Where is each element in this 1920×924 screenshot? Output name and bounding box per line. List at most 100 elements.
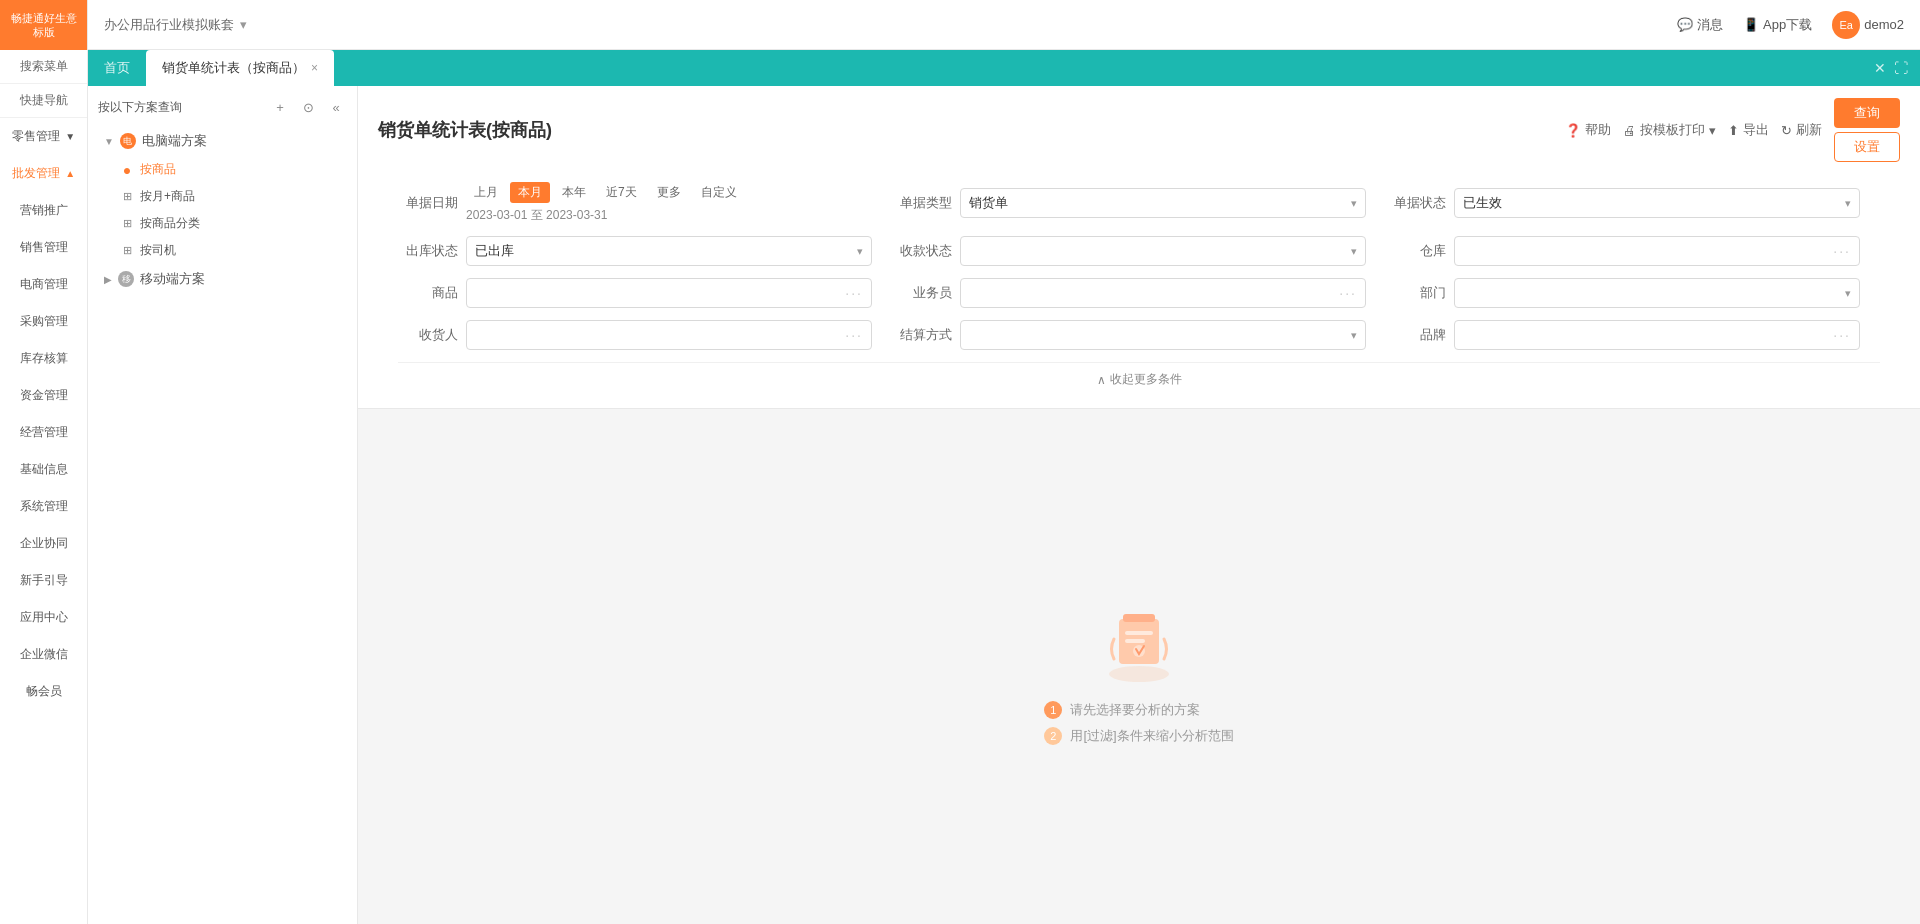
chevron-up-icon: ▲ — [65, 168, 75, 179]
sidebar-item-operations[interactable]: 经营管理 — [0, 414, 87, 451]
date-tab-more[interactable]: 更多 — [649, 182, 689, 203]
topbar: 办公用品行业模拟账套 ▾ 💬 消息 📱 App下载 Ea demo2 — [88, 0, 1920, 50]
tab-home[interactable]: 首页 — [88, 50, 146, 86]
filter-receiver: 收货人 ··· — [398, 320, 892, 350]
collapse-panel-button[interactable]: « — [325, 96, 347, 118]
dept-select[interactable]: ▾ — [1454, 278, 1860, 308]
sidebar-item-purchase[interactable]: 采购管理 — [0, 303, 87, 340]
settings-scheme-button[interactable]: ⊙ — [297, 96, 319, 118]
page-header: 销货单统计表(按商品) ❓ 帮助 🖨 按模板打印 ▾ ⬆ — [358, 86, 1920, 409]
filter-goods: 商品 ··· — [398, 278, 892, 308]
sidebar-item-sales[interactable]: 销售管理 — [0, 229, 87, 266]
goods-select[interactable]: ··· — [466, 278, 872, 308]
print-action[interactable]: 🖨 按模板打印 ▾ — [1623, 121, 1716, 139]
tab-sales-stats[interactable]: 销货单统计表（按商品） × — [146, 50, 334, 86]
sidebar-search[interactable]: 搜索菜单 — [0, 50, 87, 84]
filter-payment: 结算方式 ▾ — [892, 320, 1386, 350]
maximize-window-icon[interactable]: ⛶ — [1894, 60, 1908, 76]
add-scheme-button[interactable]: + — [269, 96, 291, 118]
date-tab-this-year[interactable]: 本年 — [554, 182, 594, 203]
goods-more-icon[interactable]: ··· — [845, 285, 863, 301]
tree-item-by-category[interactable]: ⊞ 按商品分类 — [104, 210, 357, 237]
query-button[interactable]: 查询 — [1834, 98, 1900, 128]
help-action[interactable]: ❓ 帮助 — [1565, 121, 1611, 139]
page-title: 销货单统计表(按商品) — [378, 118, 552, 142]
sidebar-item-inventory[interactable]: 库存核算 — [0, 340, 87, 377]
filter-doc-status: 单据状态 已生效 ▾ — [1386, 188, 1880, 218]
chevron-down-icon: ▾ — [1351, 329, 1357, 342]
filter-out-status: 出库状态 已出库 ▾ — [398, 236, 892, 266]
more-options-icon[interactable]: ··· — [1833, 243, 1851, 259]
sidebar-item-wechat[interactable]: 企业微信 — [0, 636, 87, 673]
sidebar-item-marketing[interactable]: 营销推广 — [0, 192, 87, 229]
tree-group-desktop[interactable]: ▼ 电 电脑端方案 — [88, 126, 357, 156]
filter-date: 单据日期 上月 本月 本年 近7天 更多 自定义 20 — [398, 182, 892, 224]
doc-type-select[interactable]: 销货单 ▾ — [960, 188, 1366, 218]
page-title-row: 销货单统计表(按商品) ❓ 帮助 🖨 按模板打印 ▾ ⬆ — [378, 98, 1900, 162]
staff-select[interactable]: ··· — [960, 278, 1366, 308]
tree-item-by-month-goods[interactable]: ⊞ 按月+商品 — [104, 183, 357, 210]
active-scheme-icon: ● — [120, 163, 134, 177]
tree-item-by-driver[interactable]: ⊞ 按司机 — [104, 237, 357, 264]
empty-step-1: 1 请先选择要分析的方案 — [1044, 701, 1233, 719]
sidebar-item-enterprise[interactable]: 企业协同 — [0, 525, 87, 562]
sidebar-item-wholesale[interactable]: 批发管理 ▲ — [0, 155, 87, 192]
tree-group-mobile[interactable]: ▶ 移 移动端方案 — [88, 264, 357, 294]
filter-row-4: 收货人 ··· 结算方式 ▾ — [398, 320, 1880, 350]
tree-collapse-icon: ▶ — [104, 274, 112, 285]
date-tab-last-month[interactable]: 上月 — [466, 182, 506, 203]
svg-rect-2 — [1123, 614, 1155, 622]
sidebar-item-apps[interactable]: 应用中心 — [0, 599, 87, 636]
date-tab-this-month[interactable]: 本月 — [510, 182, 550, 203]
empty-illustration — [1089, 589, 1189, 689]
filter-dept: 部门 ▾ — [1386, 278, 1880, 308]
print-dropdown-icon: ▾ — [1709, 123, 1716, 138]
doc-status-select[interactable]: 已生效 ▾ — [1454, 188, 1860, 218]
payment-select[interactable]: ▾ — [960, 320, 1366, 350]
date-tab-custom[interactable]: 自定义 — [693, 182, 745, 203]
sidebar-item-basic-info[interactable]: 基础信息 — [0, 451, 87, 488]
sidebar-item-retail[interactable]: 零售管理 ▼ — [0, 118, 87, 155]
collapse-filter-button[interactable]: ∧ 收起更多条件 — [398, 362, 1880, 396]
filter-brand: 品牌 ··· — [1386, 320, 1880, 350]
pay-status-select[interactable]: ▾ — [960, 236, 1366, 266]
scheme-icon-1: ⊞ — [120, 190, 134, 204]
date-tab-7days[interactable]: 近7天 — [598, 182, 645, 203]
export-action[interactable]: ⬆ 导出 — [1728, 121, 1769, 139]
app-logo[interactable]: 畅捷通好生意 标版 — [0, 0, 87, 50]
empty-step-2: 2 用[过滤]条件来缩小分析范围 — [1044, 727, 1233, 745]
tab-close-icon[interactable]: × — [311, 61, 318, 75]
avatar: Ea — [1832, 11, 1860, 39]
download-action[interactable]: 📱 App下载 — [1743, 16, 1812, 34]
sidebar-item-ecommerce[interactable]: 电商管理 — [0, 266, 87, 303]
chevron-up-icon: ∧ — [1097, 373, 1106, 387]
out-status-select[interactable]: 已出库 ▾ — [466, 236, 872, 266]
sidebar-quicknav[interactable]: 快捷导航 — [0, 84, 87, 118]
step-1-number: 1 — [1044, 701, 1062, 719]
sidebar-item-member[interactable]: 畅会员 — [0, 673, 87, 710]
chevron-down-icon: ▾ — [857, 245, 863, 258]
sidebar-item-newguide[interactable]: 新手引导 — [0, 562, 87, 599]
sidebar-item-system[interactable]: 系统管理 — [0, 488, 87, 525]
refresh-action[interactable]: ↻ 刷新 — [1781, 121, 1822, 139]
filter-row-2: 出库状态 已出库 ▾ 收款状态 ▾ — [398, 236, 1880, 266]
brand-more-icon[interactable]: ··· — [1833, 327, 1851, 343]
settings-button[interactable]: 设置 — [1834, 132, 1900, 162]
industry-dropdown-icon[interactable]: ▾ — [240, 17, 247, 32]
message-action[interactable]: 💬 消息 — [1677, 16, 1723, 34]
sidebar-item-finance[interactable]: 资金管理 — [0, 377, 87, 414]
receiver-more-icon[interactable]: ··· — [845, 327, 863, 343]
brand-select[interactable]: ··· — [1454, 320, 1860, 350]
empty-state: 1 请先选择要分析的方案 2 用[过滤]条件来缩小分析范围 — [358, 409, 1920, 924]
close-window-icon[interactable]: ✕ — [1874, 60, 1886, 76]
sidebar-menu: 零售管理 ▼ 批发管理 ▲ 营销推广 销售管理 电商管理 采购管理 库存核算 资… — [0, 118, 87, 924]
staff-more-icon[interactable]: ··· — [1339, 285, 1357, 301]
export-icon: ⬆ — [1728, 123, 1739, 138]
receiver-select[interactable]: ··· — [466, 320, 872, 350]
logo-text: 畅捷通好生意 标版 — [11, 11, 77, 40]
tree-item-by-goods[interactable]: ● 按商品 — [104, 156, 357, 183]
tab-bar: 首页 销货单统计表（按商品） × ✕ ⛶ — [88, 50, 1920, 86]
warehouse-select[interactable]: ··· — [1454, 236, 1860, 266]
user-profile[interactable]: Ea demo2 — [1832, 11, 1904, 39]
tree-sub-desktop: ● 按商品 ⊞ 按月+商品 ⊞ 按商品分类 ⊞ 按司机 — [88, 156, 357, 264]
